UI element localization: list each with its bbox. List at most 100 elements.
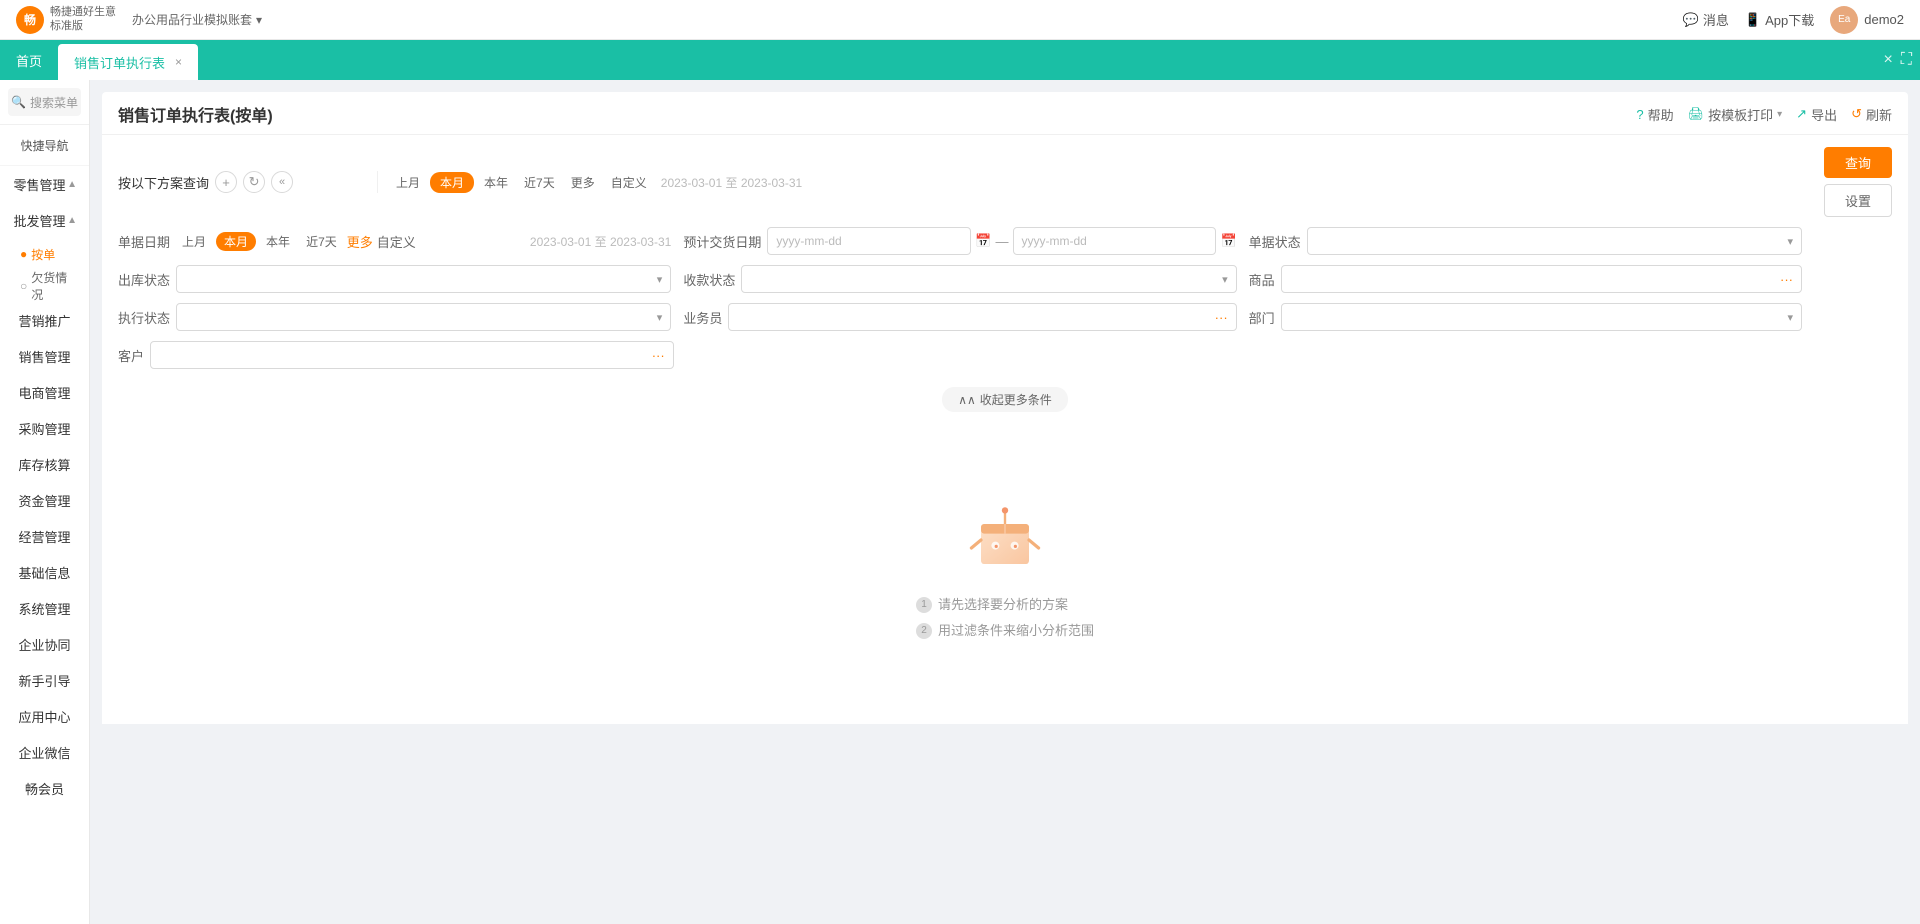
scheme-date-range: 2023-03-01 至 2023-03-31: [661, 174, 802, 191]
empty-tip-row-2: 2 用过滤条件来缩小分析范围: [916, 618, 1094, 644]
filter-item-goods: 商品 ···: [1249, 265, 1802, 293]
calendar-end-icon[interactable]: 📅: [1220, 233, 1236, 249]
dept-select[interactable]: ▾: [1281, 303, 1802, 331]
scheme-this-year[interactable]: 本年: [478, 172, 514, 193]
sidebar-item-member[interactable]: 畅会员: [0, 770, 89, 806]
filter-item-shipment-status: 出库状态 ▾: [118, 265, 671, 293]
scheme-last-month[interactable]: 上月: [390, 172, 426, 193]
tab-home[interactable]: 首页: [0, 40, 58, 80]
date-range-separator: —: [996, 234, 1009, 249]
sidebar-item-ecommerce[interactable]: 电商管理: [0, 374, 89, 410]
user-profile[interactable]: Ea demo2: [1830, 6, 1904, 34]
sidebar-item-quick-nav[interactable]: 快捷导航: [0, 129, 89, 161]
exec-dropdown-icon: ▾: [657, 311, 663, 324]
shipment-dropdown-icon: ▾: [657, 273, 663, 286]
filter-row-5: 客户 ···: [118, 341, 1892, 369]
messages-button[interactable]: 💬 消息: [1683, 10, 1729, 29]
close-tab-btn[interactable]: ×: [1883, 51, 1892, 69]
scheme-7days[interactable]: 近7天: [518, 172, 561, 193]
sidebar-item-finance[interactable]: 资金管理: [0, 482, 89, 518]
sidebar-item-marketing[interactable]: 营销推广: [0, 302, 89, 338]
sidebar-item-sales[interactable]: 销售管理: [0, 338, 89, 374]
print-icon: 🖨: [1688, 106, 1705, 122]
payment-status-label: 收款状态: [683, 270, 735, 289]
salesperson-select[interactable]: ···: [728, 303, 1236, 331]
top-bar-right: 💬 消息 📱 App下载 Ea demo2: [1683, 6, 1904, 34]
expected-date-control: yyyy-mm-dd 📅 — yyyy-mm-dd 📅: [767, 227, 1236, 255]
logo-text: 畅捷通好生意 标准版: [50, 6, 116, 32]
more-dates-btn[interactable]: 更多: [347, 232, 373, 251]
goods-select[interactable]: ···: [1281, 265, 1802, 293]
sidebar-item-inventory[interactable]: 库存核算: [0, 446, 89, 482]
salesperson-label: 业务员: [683, 308, 722, 327]
last7days-btn[interactable]: 近7天: [300, 231, 343, 252]
sidebar-item-enterprise[interactable]: 企业协同: [0, 626, 89, 662]
last-month-btn[interactable]: 上月: [176, 231, 212, 252]
customer-select[interactable]: ···: [150, 341, 674, 369]
logo-area: 畅 畅捷通好生意 标准版: [16, 6, 116, 34]
this-month-btn[interactable]: 本月: [216, 232, 256, 251]
sidebar-item-retail[interactable]: 零售管理 ▲: [0, 166, 89, 202]
expected-date-label: 预计交货日期: [683, 232, 761, 251]
goods-dots-icon[interactable]: ···: [1780, 272, 1793, 287]
help-icon: ?: [1636, 107, 1643, 122]
page-header: 销售订单执行表(按单) ? 帮助 🖨 按模板打印 ▾ ↗ 导出 ↺ 刷新: [102, 92, 1908, 135]
filter-panel: 按以下方案查询 + ↻ « 上月 本月 本年 近7天 更多 自定义 2023-0…: [102, 135, 1908, 416]
add-scheme-button[interactable]: +: [215, 171, 237, 193]
sidebar-sub-item-press-order[interactable]: ● 按单: [0, 238, 89, 270]
exec-status-label: 执行状态: [118, 308, 170, 327]
order-date-label: 单据日期: [118, 232, 170, 251]
expected-date-start[interactable]: yyyy-mm-dd: [767, 227, 971, 255]
sidebar-item-wholesale[interactable]: 批发管理 ▲: [0, 202, 89, 238]
salesperson-dots-icon[interactable]: ···: [1215, 310, 1228, 325]
calendar-start-icon[interactable]: 📅: [975, 233, 991, 249]
scheme-tags: 上月 本月 本年 近7天 更多 自定义 2023-03-01 至 2023-03…: [390, 172, 1824, 193]
this-year-btn[interactable]: 本年: [260, 231, 296, 252]
exec-status-select[interactable]: ▾: [176, 303, 671, 331]
sidebar-item-wechat[interactable]: 企业微信: [0, 734, 89, 770]
collapse-btn[interactable]: ∧∧ 收起更多条件: [942, 387, 1068, 412]
action-buttons-area: 查询 设置: [1824, 147, 1892, 217]
payment-status-select[interactable]: ▾: [741, 265, 1236, 293]
search-menu-button[interactable]: 🔍 搜索菜单: [8, 88, 81, 116]
scheme-more[interactable]: 更多: [565, 172, 601, 193]
sidebar-item-purchase[interactable]: 采购管理: [0, 410, 89, 446]
top-bar: 畅 畅捷通好生意 标准版 办公用品行业模拟账套 ▾ 💬 消息 📱 App下载 E…: [0, 0, 1920, 40]
refresh-scheme-button[interactable]: ↻: [243, 171, 265, 193]
customer-label: 客户: [118, 346, 144, 365]
order-status-select[interactable]: ▾: [1307, 227, 1802, 255]
template-print-button[interactable]: 🖨 按模板打印 ▾: [1688, 105, 1783, 124]
export-button[interactable]: ↗ 导出: [1796, 105, 1837, 124]
sidebar-item-apps[interactable]: 应用中心: [0, 698, 89, 734]
refresh-button[interactable]: ↺ 刷新: [1851, 105, 1892, 124]
order-status-dropdown-icon: ▾: [1787, 235, 1793, 248]
sidebar-sub-item-owe-stock[interactable]: ○ 欠货情况: [0, 270, 89, 302]
sidebar-item-newbie[interactable]: 新手引导: [0, 662, 89, 698]
tip-num-1: 1: [916, 597, 932, 613]
wholesale-arrow-icon: ▲: [67, 215, 77, 226]
message-icon: 💬: [1683, 12, 1699, 28]
help-button[interactable]: ? 帮助: [1636, 105, 1673, 124]
filter-item-exec-status: 执行状态 ▾: [118, 303, 671, 331]
scheme-this-month[interactable]: 本月: [430, 172, 474, 193]
sidebar-item-operation[interactable]: 经营管理: [0, 518, 89, 554]
set-button[interactable]: 设置: [1824, 184, 1892, 217]
customer-dots-icon[interactable]: ···: [652, 348, 665, 363]
scheme-custom[interactable]: 自定义: [605, 172, 653, 193]
expected-date-end[interactable]: yyyy-mm-dd: [1013, 227, 1217, 255]
export-icon: ↗: [1796, 106, 1807, 122]
avatar: Ea: [1830, 6, 1858, 34]
tab-close-button[interactable]: ×: [175, 55, 182, 69]
shipment-status-select[interactable]: ▾: [176, 265, 671, 293]
app-download-button[interactable]: 📱 App下载: [1745, 10, 1814, 29]
filter-row-4: 执行状态 ▾ 业务员 ··· 部门: [118, 303, 1892, 331]
custom-date-btn[interactable]: 自定义: [377, 232, 416, 251]
fullscreen-btn[interactable]: ⛶: [1901, 51, 1912, 69]
tab-sales-exec[interactable]: 销售订单执行表 ×: [58, 44, 198, 80]
tip-num-2: 2: [916, 623, 932, 639]
collapse-scheme-button[interactable]: «: [271, 171, 293, 193]
sidebar-item-basic[interactable]: 基础信息: [0, 554, 89, 590]
filter-item-order-status: 单据状态 ▾: [1249, 227, 1802, 255]
sidebar-item-system[interactable]: 系统管理: [0, 590, 89, 626]
search-button[interactable]: 查询: [1824, 147, 1892, 178]
